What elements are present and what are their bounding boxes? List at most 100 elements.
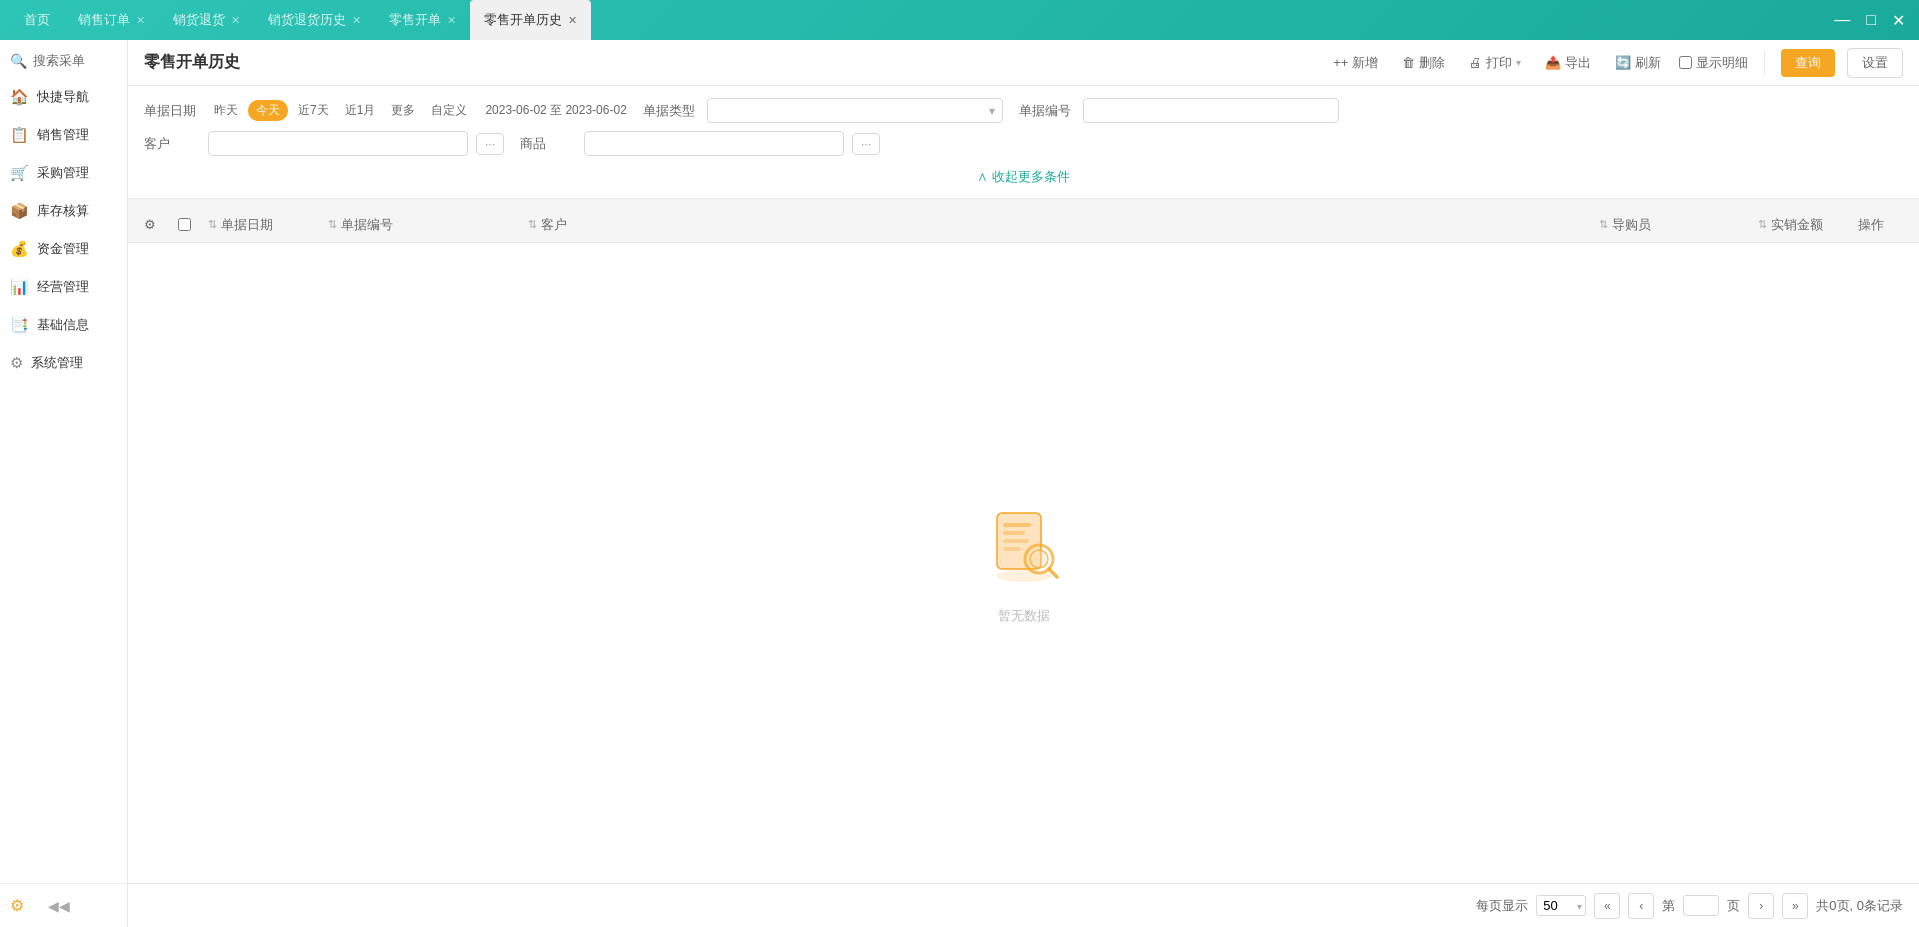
prev-page-button[interactable]: ‹ — [1628, 893, 1654, 919]
tab-sales-order[interactable]: 销售订单 ✕ — [64, 0, 159, 40]
table-header: ⚙ ⇅ 单据日期 ⇅ 单据编号 ⇅ 客户 ⇅ — [128, 207, 1919, 243]
date-1month[interactable]: 近1月 — [339, 100, 382, 121]
date-more[interactable]: 更多 — [385, 100, 421, 121]
maximize-button[interactable]: □ — [1862, 9, 1880, 31]
last-page-button[interactable]: » — [1782, 893, 1808, 919]
filter-goods: 商品 ··· — [520, 131, 880, 156]
sidebar-item-purchase-mgmt[interactable]: 🛒 采购管理 — [0, 154, 127, 192]
close-tab-sales-return[interactable]: ✕ — [231, 14, 240, 27]
date-7days[interactable]: 近7天 — [292, 100, 335, 121]
sidebar-item-inventory[interactable]: 📦 库存核算 — [0, 192, 127, 230]
customer-ellipsis-button[interactable]: ··· — [476, 133, 504, 155]
th-action: 操作 — [1831, 216, 1911, 234]
th-checkbox[interactable] — [168, 218, 200, 231]
sidebar-item-system-mgmt[interactable]: ⚙ 系统管理 — [0, 344, 127, 382]
print-button[interactable]: 🖨 打印 ▾ — [1463, 50, 1527, 76]
total-records: 共0页, 0条记录 — [1816, 897, 1903, 915]
sidebar-item-label: 基础信息 — [37, 316, 89, 334]
customer-input[interactable] — [208, 131, 468, 156]
close-tab-sales-return-history[interactable]: ✕ — [352, 14, 361, 27]
close-tab-retail-open[interactable]: ✕ — [447, 14, 456, 27]
type-label: 单据类型 — [643, 102, 699, 120]
date-yesterday[interactable]: 昨天 — [208, 100, 244, 121]
collapse-sidebar-icon[interactable]: ◀◀ — [48, 898, 70, 914]
content-area: 零售开单历史 + + 新增 🗑 删除 🖨 打印 ▾ 📤 导出 — [128, 40, 1919, 927]
refresh-icon: 🔄 — [1615, 55, 1631, 70]
type-select[interactable] — [707, 98, 1003, 123]
sidebar-item-finance-mgmt[interactable]: 💰 资金管理 — [0, 230, 127, 268]
sort-amount-icon[interactable]: ⇅ — [1758, 218, 1767, 231]
tab-sales-return[interactable]: 销货退货 ✕ — [159, 0, 254, 40]
sidebar-item-sales-mgmt[interactable]: 📋 销售管理 — [0, 116, 127, 154]
settings-icon[interactable]: ⚙ — [10, 896, 24, 915]
sidebar-search-label: 搜索采单 — [33, 52, 85, 70]
order-no-input[interactable] — [1083, 98, 1339, 123]
sidebar-item-basic-info[interactable]: 📑 基础信息 — [0, 306, 127, 344]
minimize-button[interactable]: — — [1830, 9, 1854, 31]
date-today[interactable]: 今天 — [248, 100, 288, 121]
date-shortcuts: 昨天 今天 近7天 近1月 更多 自定义 — [208, 100, 473, 121]
tab-retail-open-history[interactable]: 零售开单历史 ✕ — [470, 0, 591, 40]
th-date: ⇅ 单据日期 — [200, 216, 320, 234]
sidebar-item-operations-mgmt[interactable]: 📊 经营管理 — [0, 268, 127, 306]
filter-order-no: 单据编号 — [1019, 98, 1339, 123]
sidebar-item-label: 系统管理 — [31, 354, 83, 372]
goods-ellipsis-button[interactable]: ··· — [852, 133, 880, 155]
filter-panel: 单据日期 昨天 今天 近7天 近1月 更多 自定义 2023-06-02 至 2… — [128, 86, 1919, 199]
delete-button[interactable]: 🗑 删除 — [1396, 50, 1451, 76]
refresh-button[interactable]: 🔄 刷新 — [1609, 50, 1667, 76]
sidebar-search[interactable]: 🔍 搜索采单 — [0, 40, 127, 78]
export-button[interactable]: 📤 导出 — [1539, 50, 1597, 76]
close-button[interactable]: ✕ — [1888, 9, 1909, 32]
tab-home[interactable]: 首页 — [10, 0, 64, 40]
sort-date-icon[interactable]: ⇅ — [208, 218, 217, 231]
per-page-select[interactable]: 10 20 50 100 — [1536, 895, 1586, 916]
page-number-input[interactable]: 1 — [1683, 895, 1719, 916]
select-all-checkbox[interactable] — [178, 218, 191, 231]
sidebar-item-label: 采购管理 — [37, 164, 89, 182]
toolbar: 零售开单历史 + + 新增 🗑 删除 🖨 打印 ▾ 📤 导出 — [128, 40, 1919, 86]
page-suffix: 页 — [1727, 897, 1740, 915]
per-page-select-wrapper: 10 20 50 100 — [1536, 895, 1586, 916]
sort-guide-icon[interactable]: ⇅ — [1599, 218, 1608, 231]
show-detail-checkbox[interactable] — [1679, 56, 1692, 69]
svg-rect-5 — [1003, 547, 1021, 551]
delete-icon: 🗑 — [1402, 55, 1415, 70]
date-label: 单据日期 — [144, 102, 200, 120]
sidebar: 🔍 搜索采单 🏠 快捷导航 📋 销售管理 🛒 采购管理 📦 库存核算 💰 资金管… — [0, 40, 128, 927]
page-word: 第 — [1662, 897, 1675, 915]
type-select-wrapper — [707, 98, 1003, 123]
finance-icon: 💰 — [10, 240, 29, 258]
collapse-conditions[interactable]: ∧ 收起更多条件 — [144, 164, 1903, 190]
close-tab-retail-open-history[interactable]: ✕ — [568, 14, 577, 27]
th-guide: ⇅ 导购员 — [1591, 216, 1711, 234]
column-settings-icon[interactable]: ⚙ — [144, 217, 156, 232]
filter-date: 单据日期 昨天 今天 近7天 近1月 更多 自定义 2023-06-02 至 2… — [144, 100, 627, 121]
close-tab-sales-order[interactable]: ✕ — [136, 14, 145, 27]
sidebar-item-quick-nav[interactable]: 🏠 快捷导航 — [0, 78, 127, 116]
goods-input[interactable] — [584, 131, 844, 156]
add-button[interactable]: + + 新增 — [1327, 50, 1384, 76]
basic-info-icon: 📑 — [10, 316, 29, 334]
filter-type: 单据类型 — [643, 98, 1003, 123]
next-page-button[interactable]: › — [1748, 893, 1774, 919]
export-icon: 📤 — [1545, 55, 1561, 70]
date-custom[interactable]: 自定义 — [425, 100, 473, 121]
per-page-label: 每页显示 — [1476, 897, 1528, 915]
th-settings[interactable]: ⚙ — [136, 217, 168, 232]
sales-icon: 📋 — [10, 126, 29, 144]
sort-order-no-icon[interactable]: ⇅ — [328, 218, 337, 231]
th-order-no: ⇅ 单据编号 — [320, 216, 520, 234]
customer-label: 客户 — [144, 135, 200, 153]
tab-retail-open[interactable]: 零售开单 ✕ — [375, 0, 470, 40]
first-page-button[interactable]: « — [1594, 893, 1620, 919]
operations-icon: 📊 — [10, 278, 29, 296]
sort-customer-icon[interactable]: ⇅ — [528, 218, 537, 231]
svg-rect-4 — [1003, 539, 1029, 543]
query-button[interactable]: 查询 — [1781, 49, 1835, 77]
show-detail-label: 显示明细 — [1696, 54, 1748, 72]
top-navbar: 首页 销售订单 ✕ 销货退货 ✕ 销货退货历史 ✕ 零售开单 ✕ 零售开单历史 … — [0, 0, 1919, 40]
tab-sales-return-history[interactable]: 销货退货历史 ✕ — [254, 0, 375, 40]
settings-filter-button[interactable]: 设置 — [1847, 48, 1903, 78]
svg-point-7 — [1030, 550, 1048, 568]
